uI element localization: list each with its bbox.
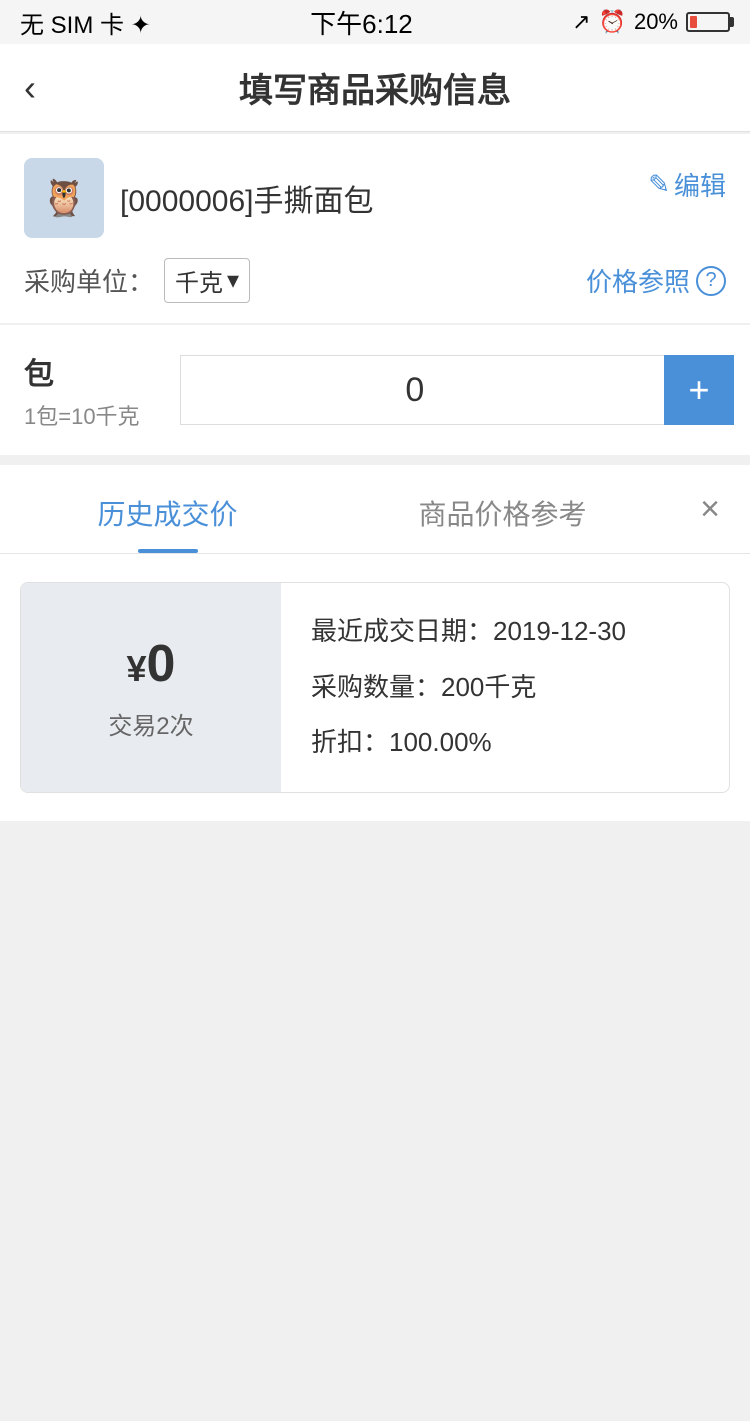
price-card-area: ¥0 交易2次 最近成交日期：2019-12-30 采购数量：200千克 折扣：… bbox=[0, 554, 750, 821]
price-reference-button[interactable]: 价格参照 ? bbox=[586, 262, 726, 299]
battery-percent: 20% bbox=[634, 9, 678, 35]
tab-history-price[interactable]: 历史成交价 bbox=[0, 465, 335, 553]
currency-symbol: ¥ bbox=[127, 648, 147, 689]
status-time: 下午6:12 bbox=[310, 4, 413, 41]
unit-select-dropdown[interactable]: 千克 ▾ bbox=[164, 258, 250, 303]
price-card-left: ¥0 交易2次 bbox=[21, 583, 281, 792]
price-detail-date: 最近成交日期：2019-12-30 bbox=[311, 611, 699, 653]
price-amount: ¥0 bbox=[127, 634, 176, 694]
tabs-header: 历史成交价 商品价格参考 × bbox=[0, 465, 750, 554]
product-header: 🦉 [0000006]手撕面包 ✎ 编辑 bbox=[24, 158, 726, 238]
unit-left: 采购单位： 千克 ▾ bbox=[24, 258, 250, 303]
discount-label: 折扣： bbox=[311, 727, 389, 757]
price-ref-label: 价格参照 bbox=[586, 262, 690, 299]
product-thumb-icon: 🦉 bbox=[42, 177, 87, 219]
product-thumbnail: 🦉 bbox=[24, 158, 104, 238]
quantity-input[interactable] bbox=[180, 355, 664, 425]
qty-value: 200千克 bbox=[441, 672, 536, 702]
battery-fill bbox=[690, 16, 697, 28]
alarm-icon: ⏰ bbox=[599, 9, 626, 35]
edit-label: 编辑 bbox=[674, 166, 726, 203]
status-right: ↗ ⏰ 20% bbox=[572, 9, 730, 35]
status-bar: 无 SIM 卡 ✦ 下午6:12 ↗ ⏰ 20% bbox=[0, 0, 750, 44]
edit-icon: ✎ bbox=[648, 169, 670, 200]
unit-label: 采购单位： bbox=[24, 262, 154, 299]
quantity-unit-name: 包 bbox=[24, 349, 140, 393]
price-detail-quantity: 采购数量：200千克 bbox=[311, 667, 699, 709]
quantity-plus-button[interactable]: + bbox=[664, 355, 734, 425]
nav-bar: ‹ 填写商品采购信息 bbox=[0, 44, 750, 132]
price-detail-discount: 折扣：100.00% bbox=[311, 722, 699, 764]
edit-button[interactable]: ✎ 编辑 bbox=[648, 158, 726, 203]
discount-value: 100.00% bbox=[389, 727, 492, 757]
tab-history-label: 历史成交价 bbox=[97, 499, 237, 530]
quantity-conversion: 1包=10千克 bbox=[24, 399, 140, 431]
qty-label: 采购数量： bbox=[311, 672, 441, 702]
tab-product-price-reference[interactable]: 商品价格参考 bbox=[335, 465, 670, 553]
price-ref-help-icon: ? bbox=[696, 266, 726, 296]
transaction-count: 交易2次 bbox=[108, 706, 193, 741]
tabs-section: 历史成交价 商品价格参考 × ¥0 交易2次 最近成交日期：2019-12-30… bbox=[0, 465, 750, 821]
product-left: 🦉 [0000006]手撕面包 bbox=[24, 158, 373, 238]
product-section: 🦉 [0000006]手撕面包 ✎ 编辑 采购单位： 千克 ▾ 价格参照 ? bbox=[0, 134, 750, 323]
page-title: 填写商品采购信息 bbox=[239, 63, 511, 112]
status-left: 无 SIM 卡 ✦ bbox=[20, 5, 151, 40]
date-label: 最近成交日期： bbox=[311, 616, 493, 646]
quantity-input-area: + bbox=[164, 325, 750, 455]
product-unit-row: 采购单位： 千克 ▾ 价格参照 ? bbox=[24, 258, 726, 303]
dropdown-arrow-icon: ▾ bbox=[227, 266, 239, 295]
price-number: 0 bbox=[147, 635, 176, 693]
tab-reference-label: 商品价格参考 bbox=[418, 499, 586, 530]
tabs-close-button[interactable]: × bbox=[670, 466, 750, 553]
unit-value: 千克 bbox=[175, 263, 223, 298]
location-icon: ↗ bbox=[572, 9, 590, 35]
product-name: [0000006]手撕面包 bbox=[120, 173, 373, 223]
signal-text: 无 SIM 卡 ✦ bbox=[20, 5, 151, 40]
bottom-area bbox=[0, 821, 750, 1421]
back-button[interactable]: ‹ bbox=[24, 67, 36, 109]
date-value: 2019-12-30 bbox=[493, 616, 626, 646]
battery-icon bbox=[686, 12, 730, 32]
price-card-right: 最近成交日期：2019-12-30 采购数量：200千克 折扣：100.00% bbox=[281, 583, 729, 792]
price-card: ¥0 交易2次 最近成交日期：2019-12-30 采购数量：200千克 折扣：… bbox=[20, 582, 730, 793]
quantity-section: 包 1包=10千克 + bbox=[0, 325, 750, 455]
quantity-label-area: 包 1包=10千克 bbox=[0, 325, 164, 455]
